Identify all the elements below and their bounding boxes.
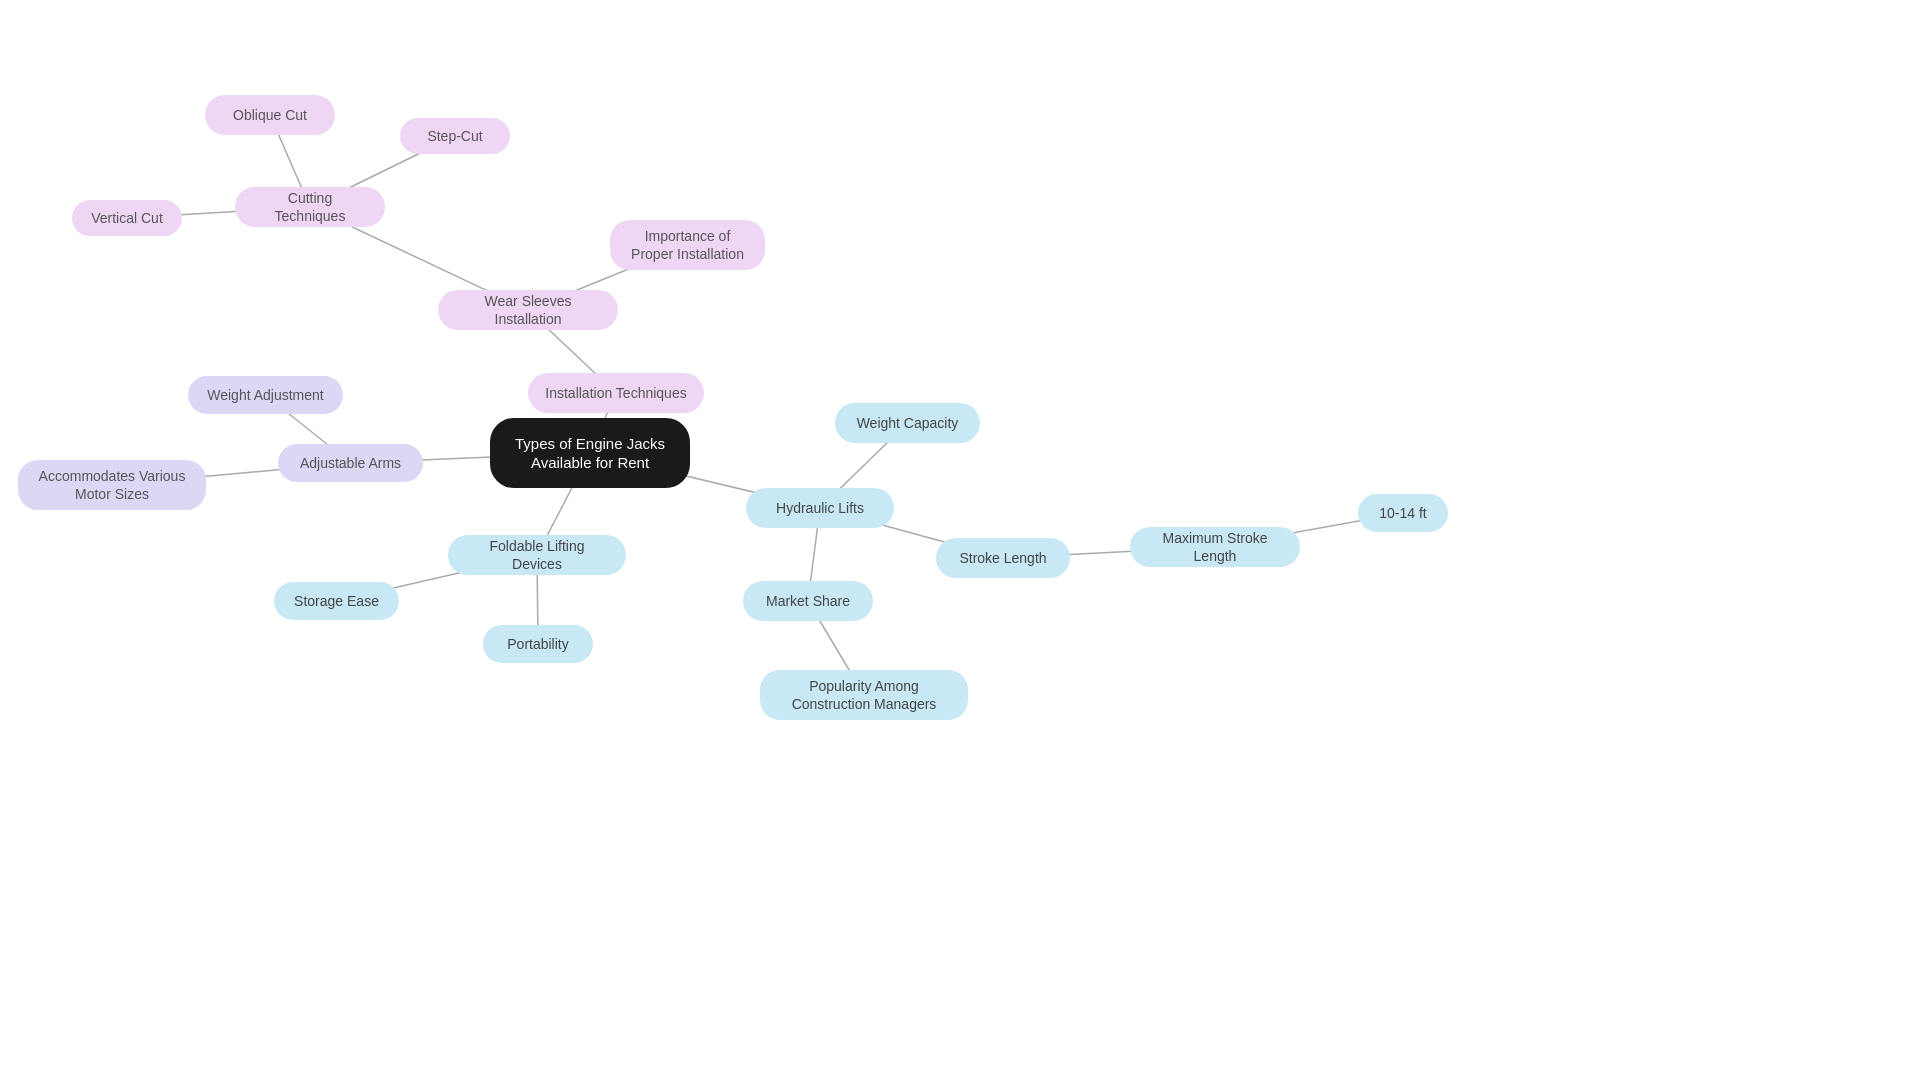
node-stroke-length: Stroke Length	[936, 538, 1070, 578]
node-vertical-cut: Vertical Cut	[72, 200, 182, 236]
node-accommodates-motors: Accommodates Various Motor Sizes	[18, 460, 206, 510]
installation-techniques-label: Installation Techniques	[545, 384, 686, 402]
node-step-cut: Step-Cut	[400, 118, 510, 154]
step-cut-label: Step-Cut	[427, 127, 482, 145]
node-ten-to-14ft: 10-14 ft	[1358, 494, 1448, 532]
market-share-label: Market Share	[766, 592, 850, 610]
wear-sleeves-label: Wear Sleeves Installation	[454, 292, 602, 328]
maximum-stroke-length-label: Maximum Stroke Length	[1146, 529, 1284, 565]
node-market-share: Market Share	[743, 581, 873, 621]
popularity-construction-label: Popularity Among Construction Managers	[776, 677, 952, 713]
node-portability: Portability	[483, 625, 593, 663]
cutting-techniques-label: Cutting Techniques	[251, 189, 369, 225]
node-popularity-construction: Popularity Among Construction Managers	[760, 670, 968, 720]
center-node: Types of Engine Jacks Available for Rent	[490, 418, 690, 488]
weight-capacity-label: Weight Capacity	[857, 414, 959, 432]
oblique-cut-label: Oblique Cut	[233, 106, 307, 124]
node-oblique-cut: Oblique Cut	[205, 95, 335, 135]
weight-adjustment-label: Weight Adjustment	[207, 386, 323, 404]
vertical-cut-label: Vertical Cut	[91, 209, 163, 227]
importance-installation-label: Importance of Proper Installation	[626, 227, 749, 263]
node-wear-sleeves: Wear Sleeves Installation	[438, 290, 618, 330]
portability-label: Portability	[507, 635, 568, 653]
ten-to-14ft-label: 10-14 ft	[1379, 504, 1426, 522]
node-importance-installation: Importance of Proper Installation	[610, 220, 765, 270]
node-weight-adjustment: Weight Adjustment	[188, 376, 343, 414]
hydraulic-lifts-label: Hydraulic Lifts	[776, 499, 864, 517]
adjustable-arms-label: Adjustable Arms	[300, 454, 401, 472]
node-weight-capacity: Weight Capacity	[835, 403, 980, 443]
storage-ease-label: Storage Ease	[294, 592, 379, 610]
node-adjustable-arms: Adjustable Arms	[278, 444, 423, 482]
node-foldable-lifting: Foldable Lifting Devices	[448, 535, 626, 575]
foldable-lifting-label: Foldable Lifting Devices	[464, 537, 610, 573]
accommodates-motors-label: Accommodates Various Motor Sizes	[34, 467, 190, 503]
node-cutting-techniques: Cutting Techniques	[235, 187, 385, 227]
center-label: Types of Engine Jacks Available for Rent	[506, 434, 674, 473]
stroke-length-label: Stroke Length	[959, 549, 1046, 567]
node-installation-techniques: Installation Techniques	[528, 373, 704, 413]
node-storage-ease: Storage Ease	[274, 582, 399, 620]
node-hydraulic-lifts: Hydraulic Lifts	[746, 488, 894, 528]
node-maximum-stroke-length: Maximum Stroke Length	[1130, 527, 1300, 567]
